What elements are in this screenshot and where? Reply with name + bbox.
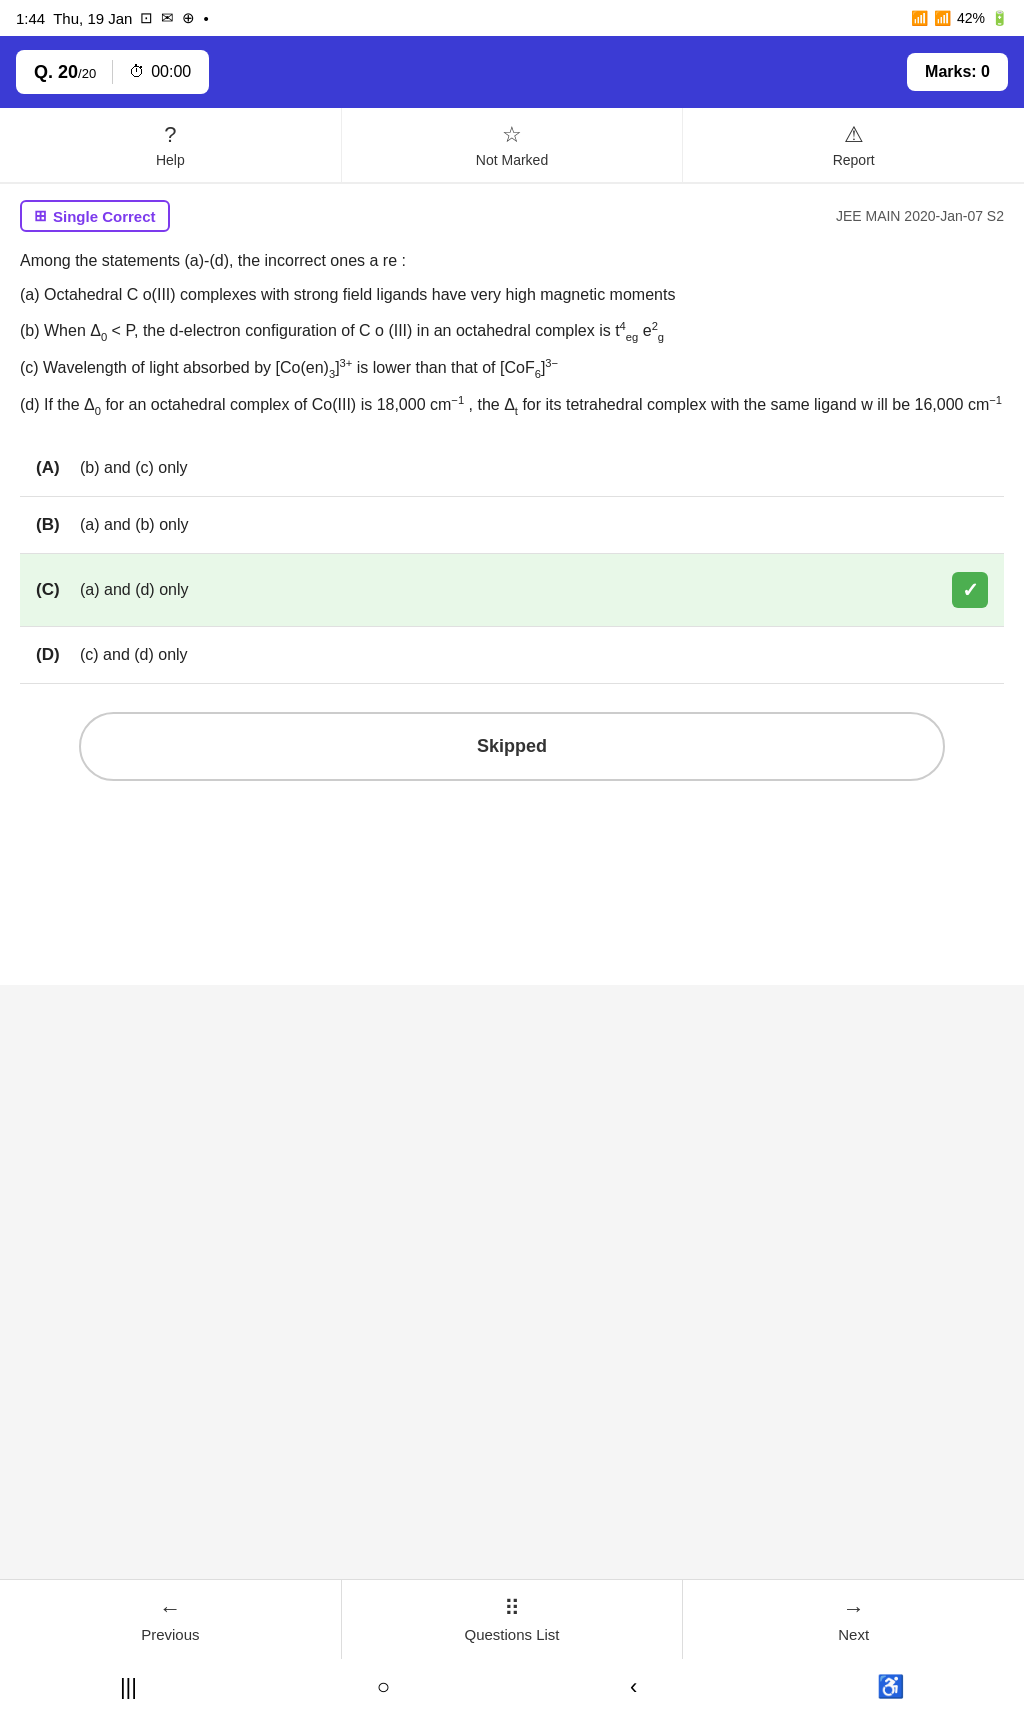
option-c-label: (C) [36, 580, 64, 600]
home-nav-icon[interactable]: ○ [377, 1674, 390, 1700]
option-a-text: (b) and (c) only [80, 459, 988, 477]
marks-badge: Marks: 0 [907, 53, 1008, 91]
not-marked-label: Not Marked [476, 152, 548, 168]
option-d-text: (c) and (d) only [80, 646, 988, 664]
question-number: Q. 20/20 [34, 62, 96, 83]
option-d-label: (D) [36, 645, 64, 665]
question-part-d: (d) If the Δ0 for an octahedral complex … [20, 391, 1004, 420]
question-text: Among the statements (a)-(d), the incorr… [20, 248, 1004, 420]
question-part-c: (c) Wavelength of light absorbed by [Co(… [20, 354, 1004, 383]
grid-icon: ⊞ [34, 207, 47, 225]
divider [112, 60, 113, 84]
wifi-icon: 📶 [911, 10, 928, 26]
badge-row: ⊞ Single Correct JEE MAIN 2020-Jan-07 S2 [20, 200, 1004, 232]
option-c-text: (a) and (d) only [80, 581, 936, 599]
status-left: 1:44 Thu, 19 Jan ⊡ ✉ ⊕ • [16, 9, 209, 27]
back-nav-icon[interactable]: ||| [120, 1674, 137, 1700]
battery-icon: 🔋 [991, 10, 1008, 26]
previous-button[interactable]: ← Previous [0, 1580, 342, 1659]
header-left: Q. 20/20 ⏱ 00:00 [16, 50, 209, 94]
message-icon: ✉ [161, 9, 174, 27]
question-part-b: (b) When Δ0 < P, the d-electron configur… [20, 317, 1004, 346]
help-button[interactable]: ? Help [0, 108, 342, 182]
screen-icon: ⊡ [140, 9, 153, 27]
questions-list-label: Questions List [464, 1626, 559, 1643]
status-bar: 1:44 Thu, 19 Jan ⊡ ✉ ⊕ • 📶 📶 42% 🔋 [0, 0, 1024, 36]
hotspot-icon: ⊕ [182, 9, 195, 27]
question-info: Q. 20/20 ⏱ 00:00 [16, 50, 209, 94]
toolbar: ? Help ☆ Not Marked ⚠ Report [0, 108, 1024, 184]
report-label: Report [833, 152, 875, 168]
report-button[interactable]: ⚠ Report [683, 108, 1024, 182]
single-correct-badge: ⊞ Single Correct [20, 200, 170, 232]
option-d[interactable]: (D) (c) and (d) only [20, 627, 1004, 684]
spacer [20, 809, 1004, 969]
option-a[interactable]: (A) (b) and (c) only [20, 440, 1004, 497]
jee-source-tag: JEE MAIN 2020-Jan-07 S2 [836, 208, 1004, 224]
next-label: Next [838, 1626, 869, 1643]
options-list: (A) (b) and (c) only (B) (a) and (b) onl… [20, 440, 1004, 684]
battery-display: 42% [957, 10, 985, 26]
left-arrow-icon: ← [159, 1596, 181, 1622]
badge-label: Single Correct [53, 208, 156, 225]
help-icon: ? [164, 122, 176, 148]
warning-icon: ⚠ [844, 122, 864, 148]
option-c[interactable]: (C) (a) and (d) only ✓ [20, 554, 1004, 627]
grid-nav-icon: ⠿ [504, 1596, 520, 1622]
timer-icon: ⏱ [129, 63, 145, 81]
skipped-button[interactable]: Skipped [79, 712, 945, 781]
status-right: 📶 📶 42% 🔋 [911, 10, 1008, 26]
sys-nav-bar: ||| ○ ‹ ♿ [0, 1659, 1024, 1715]
next-button[interactable]: → Next [683, 1580, 1024, 1659]
previous-label: Previous [141, 1626, 199, 1643]
bottom-nav: ← Previous ⠿ Questions List → Next [0, 1579, 1024, 1659]
recent-nav-icon[interactable]: ‹ [630, 1674, 637, 1700]
timer-display: ⏱ 00:00 [129, 63, 191, 81]
bookmark-icon: ☆ [502, 122, 522, 148]
right-arrow-icon: → [843, 1596, 865, 1622]
content-area: ⊞ Single Correct JEE MAIN 2020-Jan-07 S2… [0, 184, 1024, 985]
option-b-text: (a) and (b) only [80, 516, 988, 534]
option-b[interactable]: (B) (a) and (b) only [20, 497, 1004, 554]
option-b-label: (B) [36, 515, 64, 535]
help-label: Help [156, 152, 185, 168]
time-display: 1:44 [16, 10, 45, 27]
header-bar: Q. 20/20 ⏱ 00:00 Marks: 0 [0, 36, 1024, 108]
questions-list-button[interactable]: ⠿ Questions List [342, 1580, 684, 1659]
option-a-label: (A) [36, 458, 64, 478]
question-intro: Among the statements (a)-(d), the incorr… [20, 248, 1004, 274]
date-display: Thu, 19 Jan [53, 10, 132, 27]
not-marked-button[interactable]: ☆ Not Marked [342, 108, 684, 182]
signal-icon: 📶 [934, 10, 951, 26]
question-part-a: (a) Octahedral C o(III) complexes with s… [20, 282, 1004, 308]
check-icon: ✓ [952, 572, 988, 608]
dot-indicator: • [203, 10, 208, 27]
accessibility-icon[interactable]: ♿ [877, 1674, 904, 1700]
